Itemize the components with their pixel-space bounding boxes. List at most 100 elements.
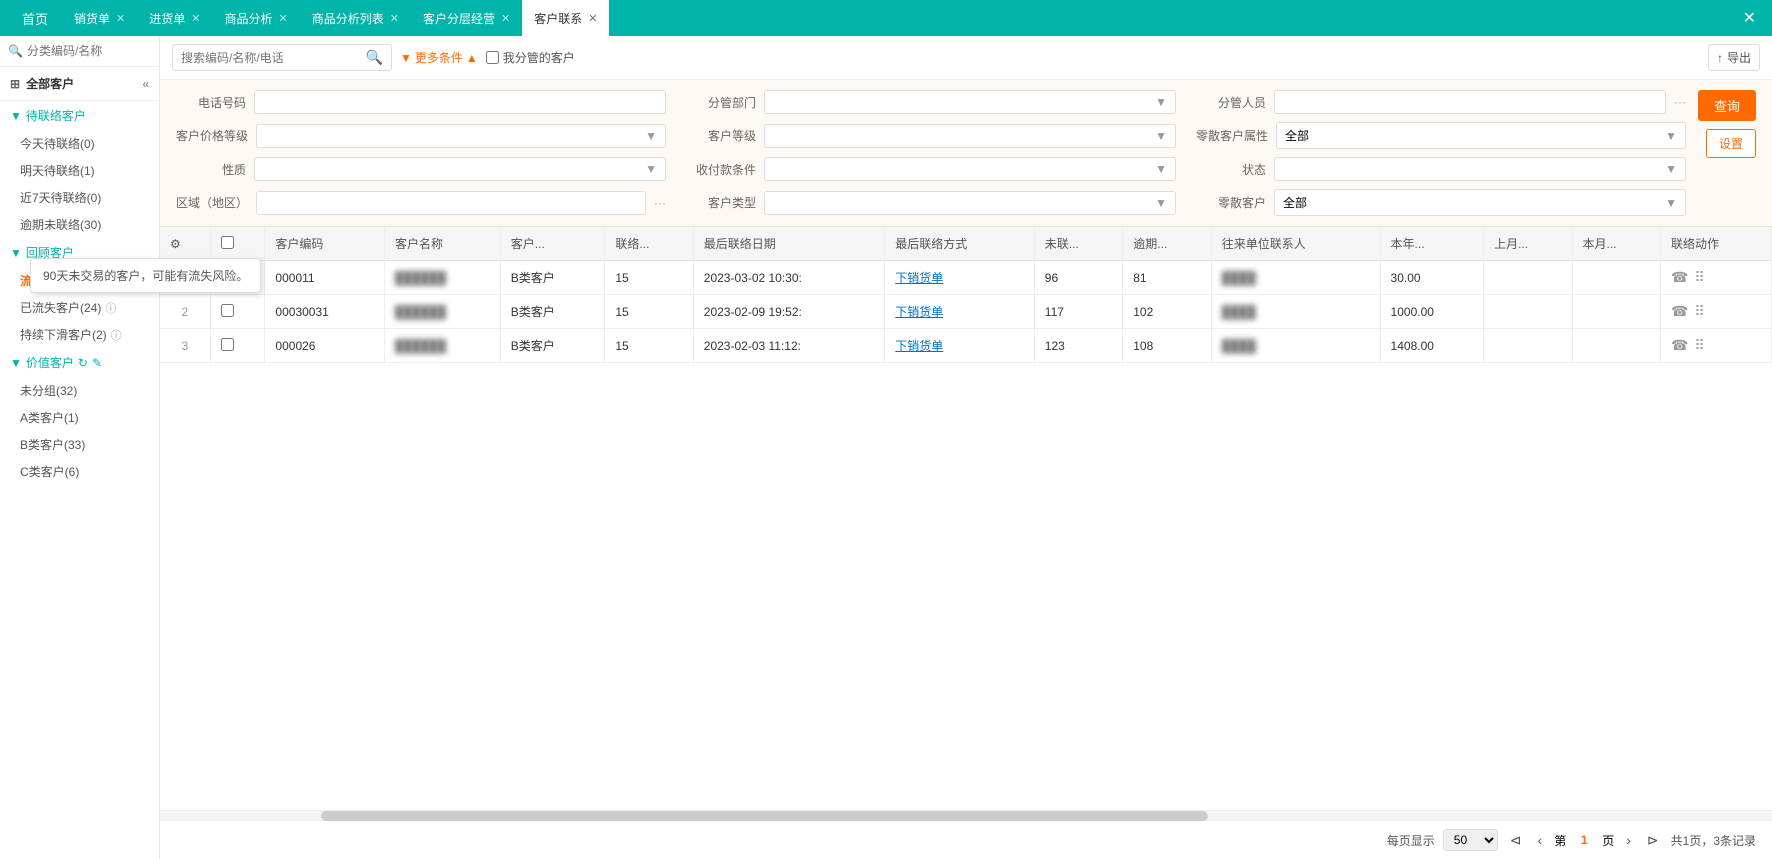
filter-icon: ▼ bbox=[400, 51, 412, 65]
filter-select-scatter-customer[interactable]: 全部 ▼ bbox=[1274, 189, 1686, 216]
tab-customer-layer[interactable]: 客户分层经营 ✕ bbox=[411, 0, 522, 36]
row-select-checkbox[interactable] bbox=[221, 304, 234, 317]
row-checkbox[interactable] bbox=[210, 329, 265, 363]
sidebar-item-today-contact[interactable]: 今天待联络(0) bbox=[0, 130, 159, 157]
query-button[interactable]: 查询 bbox=[1698, 90, 1756, 121]
tab-home[interactable]: 首页 bbox=[8, 0, 62, 36]
tab-goods-list[interactable]: 商品分析列表 ✕ bbox=[300, 0, 411, 36]
my-customers-checkbox[interactable]: 我分管的客户 bbox=[486, 49, 575, 66]
edit-icon[interactable]: ✎ bbox=[92, 356, 102, 370]
col-last-month[interactable]: 上月... bbox=[1484, 227, 1572, 261]
row-select-checkbox[interactable] bbox=[221, 338, 234, 351]
contact-icon[interactable]: ☎ bbox=[1671, 269, 1688, 286]
filter-select-scatter-attr[interactable]: 全部 ▼ bbox=[1276, 122, 1686, 149]
filter-input-phone[interactable] bbox=[254, 90, 666, 114]
sidebar-item-lost[interactable]: 已流失客户(24) ⓘ bbox=[0, 294, 159, 321]
filter-input-manager[interactable] bbox=[1274, 90, 1666, 114]
select-all-checkbox[interactable] bbox=[221, 236, 234, 249]
more-icon[interactable]: ··· bbox=[1674, 95, 1686, 109]
window-close-button[interactable]: ✕ bbox=[1735, 8, 1764, 28]
col-this-month[interactable]: 本月... bbox=[1572, 227, 1660, 261]
sidebar-item-type-b[interactable]: B类客户(33) bbox=[0, 431, 159, 458]
filter-select-customer-type[interactable]: ▼ bbox=[764, 191, 1176, 215]
close-icon[interactable]: ✕ bbox=[588, 12, 597, 25]
col-checkbox[interactable] bbox=[210, 227, 265, 261]
col-this-year[interactable]: 本年... bbox=[1380, 227, 1484, 261]
sidebar-group-pending[interactable]: ▼ 待联络客户 bbox=[0, 101, 159, 130]
more-actions-icon[interactable]: ⠿ bbox=[1694, 337, 1704, 354]
tab-purchase[interactable]: 进货单 ✕ bbox=[137, 0, 212, 36]
close-icon[interactable]: ✕ bbox=[279, 12, 288, 25]
more-actions-icon[interactable]: ⠿ bbox=[1694, 269, 1704, 286]
col-name[interactable]: 客户名称 bbox=[385, 227, 501, 261]
close-icon[interactable]: ✕ bbox=[116, 12, 125, 25]
next-page-button[interactable]: › bbox=[1622, 830, 1635, 850]
col-type[interactable]: 客户... bbox=[500, 227, 605, 261]
grid-icon: ⊞ bbox=[10, 77, 20, 91]
contact-icon[interactable]: ☎ bbox=[1671, 303, 1688, 320]
sidebar-item-declining[interactable]: 持续下滑客户(2) ⓘ bbox=[0, 321, 159, 348]
my-customers-check[interactable] bbox=[486, 51, 499, 64]
sidebar-group-value[interactable]: ▼ 价值客户 ↻ ✎ bbox=[0, 348, 159, 377]
row-checkbox[interactable] bbox=[210, 295, 265, 329]
settings-button[interactable]: 设置 bbox=[1706, 129, 1756, 158]
filter-input-region[interactable] bbox=[256, 191, 646, 215]
sidebar-search-input[interactable] bbox=[27, 44, 160, 58]
filter-status: 状态 ▼ bbox=[1196, 157, 1686, 181]
filter-select-dept[interactable]: ▼ bbox=[764, 90, 1176, 114]
per-page-select[interactable]: 50 20 100 bbox=[1443, 829, 1498, 851]
prev-page-button[interactable]: ‹ bbox=[1534, 830, 1547, 850]
table-header-row: ⚙ 客户编码 客户名称 客户... 联络... bbox=[160, 227, 1772, 261]
col-last-method[interactable]: 最后联络方式 bbox=[885, 227, 1035, 261]
tab-goods-analysis[interactable]: 商品分析 ✕ bbox=[212, 0, 299, 36]
sidebar-item-tomorrow-contact[interactable]: 明天待联络(1) bbox=[0, 157, 159, 184]
filter-select-payment[interactable]: ▼ bbox=[764, 157, 1176, 181]
col-contact[interactable]: 联络... bbox=[605, 227, 693, 261]
search-input[interactable] bbox=[181, 51, 366, 65]
more-icon[interactable]: ··· bbox=[654, 196, 666, 210]
sidebar-item-type-c[interactable]: C类客户(6) bbox=[0, 458, 159, 485]
col-last-date[interactable]: 最后联络日期 bbox=[693, 227, 884, 261]
contact-icon[interactable]: ☎ bbox=[1671, 337, 1688, 354]
sidebar-item-ungrouped[interactable]: 未分组(32) bbox=[0, 377, 159, 404]
filter-label-manager: 分管人员 bbox=[1196, 94, 1266, 111]
tab-customer-contact[interactable]: 客户联系 ✕ bbox=[522, 0, 609, 36]
tab-sales[interactable]: 销货单 ✕ bbox=[62, 0, 137, 36]
col-uncontacted[interactable]: 未联... bbox=[1034, 227, 1122, 261]
scrollbar-thumb[interactable] bbox=[321, 811, 1208, 821]
export-button[interactable]: ↑ 导出 bbox=[1708, 44, 1760, 71]
sidebar-item-week-contact[interactable]: 近7天待联络(0) bbox=[0, 184, 159, 211]
col-overdue[interactable]: 逾期... bbox=[1123, 227, 1211, 261]
more-conditions-button[interactable]: ▼ 更多条件 ▲ bbox=[400, 49, 478, 66]
row-last-method[interactable]: 下销货单 bbox=[885, 329, 1035, 363]
close-icon[interactable]: ✕ bbox=[390, 12, 399, 25]
sidebar-item-type-a[interactable]: A类客户(1) bbox=[0, 404, 159, 431]
filter-select-price-level[interactable]: ▼ bbox=[256, 124, 666, 148]
close-icon[interactable]: ✕ bbox=[191, 12, 200, 25]
all-customers-item[interactable]: ⊞ 全部客户 « bbox=[0, 67, 159, 101]
page-label: 第 bbox=[1554, 832, 1566, 849]
sidebar-item-overdue-contact[interactable]: 逾期未联络(30) bbox=[0, 211, 159, 238]
close-icon[interactable]: ✕ bbox=[501, 12, 510, 25]
col-partner[interactable]: 往来单位联系人 bbox=[1211, 227, 1380, 261]
info-icon: ⓘ bbox=[105, 300, 116, 316]
filter-select-nature[interactable]: ▼ bbox=[254, 157, 666, 181]
filter-select-status[interactable]: ▼ bbox=[1274, 157, 1686, 181]
col-settings[interactable]: ⚙ bbox=[160, 227, 210, 261]
collapse-icon[interactable]: « bbox=[142, 77, 149, 91]
refresh-icon[interactable]: ↻ bbox=[78, 356, 88, 370]
row-last-method[interactable]: 下销货单 bbox=[885, 295, 1035, 329]
last-page-button[interactable]: ⊳ bbox=[1643, 830, 1663, 851]
filter-payment: 收付款条件 ▼ bbox=[686, 157, 1176, 181]
col-code[interactable]: 客户编码 bbox=[265, 227, 385, 261]
row-last-method[interactable]: 下销货单 bbox=[885, 261, 1035, 295]
filter-select-customer-level[interactable]: ▼ bbox=[764, 124, 1176, 148]
search-input-wrap: 🔍 bbox=[172, 44, 392, 71]
row-code: 000011 bbox=[265, 261, 385, 295]
horizontal-scrollbar[interactable] bbox=[160, 810, 1772, 820]
chevron-down-icon: ▼ bbox=[645, 129, 657, 143]
first-page-button[interactable]: ⊲ bbox=[1506, 830, 1526, 851]
row-partner: ████ bbox=[1211, 329, 1380, 363]
search-button[interactable]: 🔍 bbox=[366, 49, 383, 66]
more-actions-icon[interactable]: ⠿ bbox=[1694, 303, 1704, 320]
